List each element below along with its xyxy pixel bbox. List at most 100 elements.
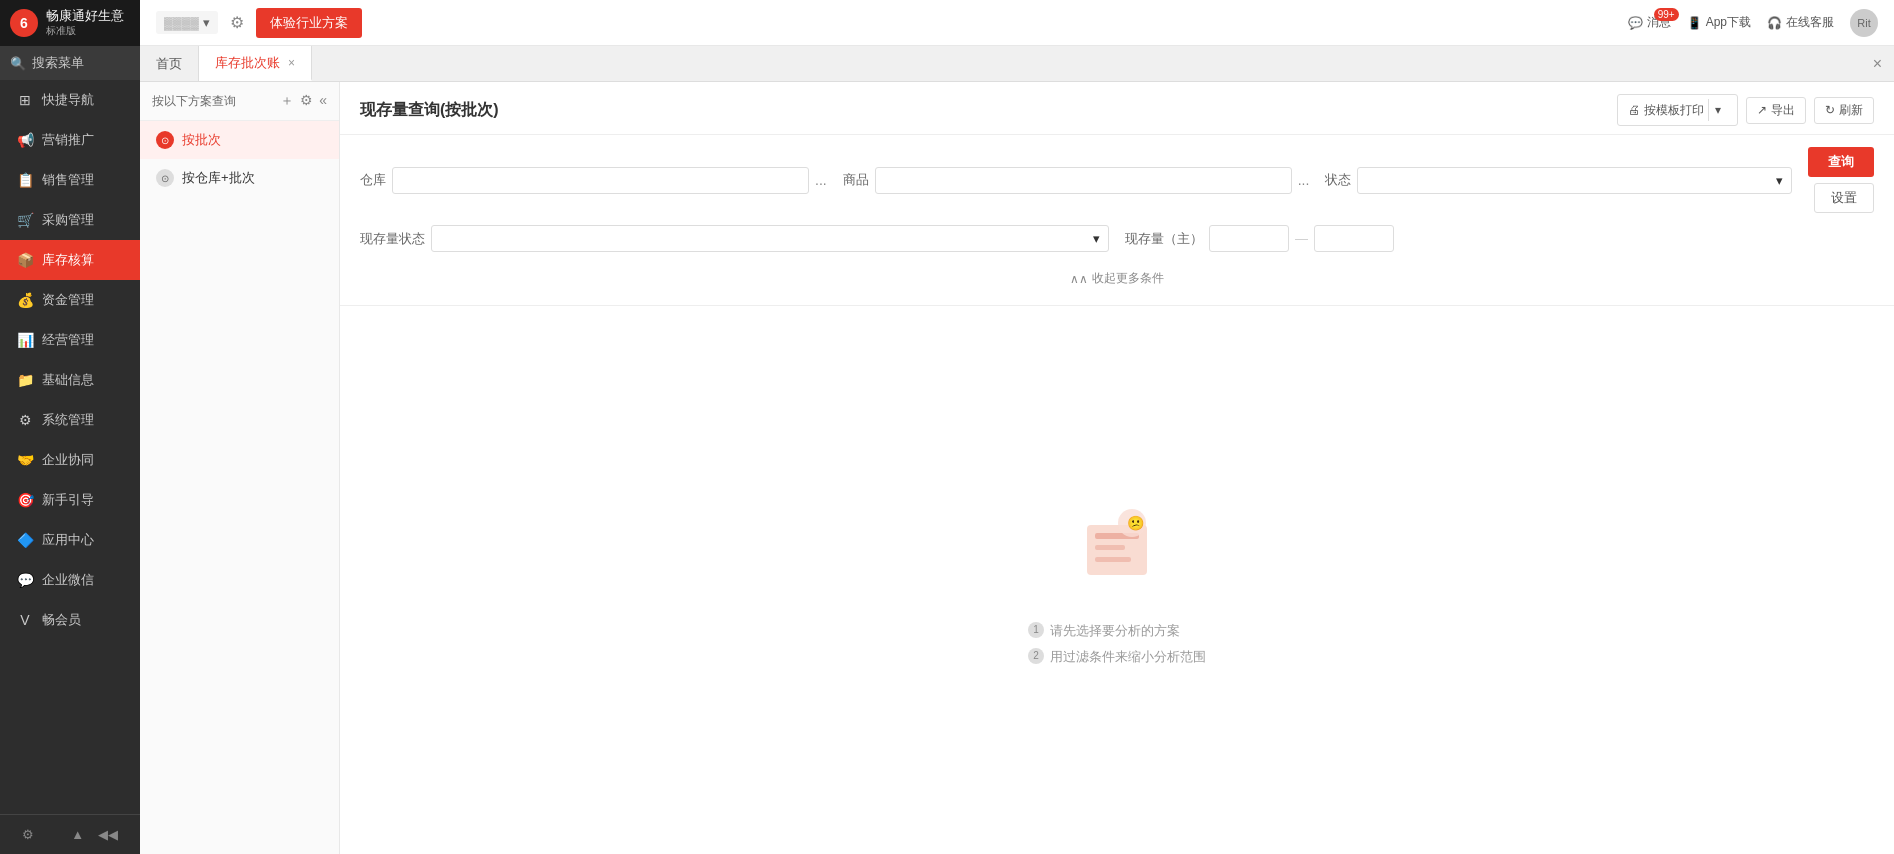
collapse-panel-btn[interactable]: « (319, 92, 327, 110)
page-actions: 🖨 按模板打印 ▾ ↗ 导出 ↻ 刷新 (1617, 94, 1874, 126)
sidebar-footer: ⚙ ▲ ◀◀ (0, 814, 140, 854)
inventory-status-label: 现存量状态 (360, 230, 425, 248)
quick-nav-icon: ⊞ (16, 91, 34, 109)
collapse-conditions-btn[interactable]: ∧∧ 收起更多条件 (1070, 270, 1164, 287)
trial-industry-btn[interactable]: 体验行业方案 (256, 8, 362, 38)
filter-row-1: 仓库 ... 商品 ... 状态 ▾ (360, 147, 1874, 213)
tab-inventory-batch[interactable]: 库存批次账 × (199, 46, 312, 81)
sidebar-item-purchase[interactable]: 🛒 采购管理 (0, 200, 140, 240)
tab-home[interactable]: 首页 (140, 46, 199, 81)
system-icon: ⚙ (16, 411, 34, 429)
app-logo: 6 (10, 9, 38, 37)
sidebar-collapse-btn[interactable]: ◀◀ (92, 825, 124, 844)
sidebar-item-member[interactable]: V 畅会员 (0, 600, 140, 640)
quantity-max-input[interactable] (1314, 225, 1394, 252)
sidebar-item-system[interactable]: ⚙ 系统管理 (0, 400, 140, 440)
svg-rect-3 (1095, 557, 1131, 562)
sidebar: 6 畅康通好生意 标准版 🔍 搜索菜单 ⊞ 快捷导航 📢 营销推广 📋 销售管理… (0, 0, 140, 854)
sidebar-item-wechat[interactable]: 💬 企业微信 (0, 560, 140, 600)
product-input[interactable] (875, 167, 1292, 194)
print-dropdown-btn[interactable]: ▾ (1708, 99, 1727, 121)
topbar-gear-btn[interactable]: ⚙ (230, 13, 244, 32)
sidebar-item-label: 库存核算 (42, 251, 94, 269)
tab-extra: × (1861, 51, 1894, 77)
app-download-btn[interactable]: 📱 App下载 (1687, 14, 1751, 31)
collapse-icon: ∧∧ (1070, 272, 1088, 286)
sidebar-item-apps[interactable]: 🔷 应用中心 (0, 520, 140, 560)
query-btn[interactable]: 查询 (1808, 147, 1874, 177)
main-area: ▓▓▓▓ ▾ ⚙ 体验行业方案 💬 消息 99+ 📱 App下载 🎧 在线客服 (140, 0, 1894, 854)
sales-icon: 📋 (16, 171, 34, 189)
online-service-btn[interactable]: 🎧 在线客服 (1767, 14, 1834, 31)
sidebar-item-inventory[interactable]: 📦 库存核算 (0, 240, 140, 280)
sidebar-item-sales[interactable]: 📋 销售管理 (0, 160, 140, 200)
scheme-icon-batch: ⊙ (156, 131, 174, 149)
breadcrumb-text: ▓▓▓▓ (164, 16, 199, 30)
operation-icon: 📊 (16, 331, 34, 349)
sidebar-settings-btn[interactable]: ⚙ (16, 825, 40, 844)
product-filter: 商品 ... (843, 167, 1310, 194)
inventory-status-filter: 现存量状态 ▾ (360, 225, 1109, 252)
sidebar-item-operation[interactable]: 📊 经营管理 (0, 320, 140, 360)
app-version: 标准版 (46, 24, 124, 38)
message-icon: 💬 (1628, 16, 1643, 30)
topbar: ▓▓▓▓ ▾ ⚙ 体验行业方案 💬 消息 99+ 📱 App下载 🎧 在线客服 (140, 0, 1894, 46)
search-menu[interactable]: 🔍 搜索菜单 (0, 46, 140, 80)
filter-area: 仓库 ... 商品 ... 状态 ▾ (340, 135, 1894, 306)
right-content: 现存量查询(按批次) 🖨 按模板打印 ▾ ↗ 导出 ↻ 刷新 (340, 82, 1894, 854)
export-label: 导出 (1771, 102, 1795, 119)
quantity-min-input[interactable] (1209, 225, 1289, 252)
sidebar-nav: ⊞ 快捷导航 📢 营销推广 📋 销售管理 🛒 采购管理 📦 库存核算 💰 资金管… (0, 80, 140, 814)
chevron-down-icon: ▾ (203, 15, 210, 30)
headset-icon: 🎧 (1767, 16, 1782, 30)
export-btn[interactable]: ↗ 导出 (1746, 97, 1806, 124)
sidebar-item-collab[interactable]: 🤝 企业协同 (0, 440, 140, 480)
filter-action-btns: 查询 设置 (1808, 147, 1874, 213)
collapse-label: 收起更多条件 (1092, 270, 1164, 287)
messages-btn[interactable]: 💬 消息 99+ (1628, 14, 1671, 31)
empty-svg: 😕 (1067, 495, 1167, 595)
inventory-icon: 📦 (16, 251, 34, 269)
tabbar: 首页 库存批次账 × × (140, 46, 1894, 82)
warehouse-more-btn[interactable]: ... (815, 172, 827, 188)
apps-icon: 🔷 (16, 531, 34, 549)
phone-icon: 📱 (1687, 16, 1702, 30)
scheme-item-batch[interactable]: ⊙ 按批次 (140, 121, 339, 159)
add-scheme-btn[interactable]: ＋ (280, 92, 294, 110)
sidebar-item-label: 资金管理 (42, 291, 94, 309)
page-title: 现存量查询(按批次) (360, 100, 499, 121)
empty-tip-2: 2 用过滤条件来缩小分析范围 (1028, 648, 1206, 666)
status-select[interactable]: ▾ (1357, 167, 1792, 194)
quantity-range: — (1209, 225, 1394, 252)
guide-icon: 🎯 (16, 491, 34, 509)
close-panel-btn[interactable]: × (1861, 51, 1894, 77)
product-more-btn[interactable]: ... (1298, 172, 1310, 188)
sidebar-item-basic[interactable]: 📁 基础信息 (0, 360, 140, 400)
sidebar-item-finance[interactable]: 💰 资金管理 (0, 280, 140, 320)
warehouse-input[interactable] (392, 167, 809, 194)
settings-btn[interactable]: 设置 (1814, 183, 1874, 213)
sidebar-item-quick-nav[interactable]: ⊞ 快捷导航 (0, 80, 140, 120)
refresh-btn[interactable]: ↻ 刷新 (1814, 97, 1874, 124)
left-panel-title: 按以下方案查询 (152, 93, 236, 110)
tab-close-btn[interactable]: × (288, 56, 295, 70)
empty-state: 😕 1 请先选择要分析的方案 2 用过滤条件来缩小分析范围 (340, 306, 1894, 854)
sidebar-item-label: 营销推广 (42, 131, 94, 149)
print-btn[interactable]: 🖨 按模板打印 ▾ (1617, 94, 1738, 126)
basic-icon: 📁 (16, 371, 34, 389)
scheme-item-warehouse-batch[interactable]: ⊙ 按仓库+批次 (140, 159, 339, 197)
home-tab-label: 首页 (156, 55, 182, 73)
sidebar-item-marketing[interactable]: 📢 营销推广 (0, 120, 140, 160)
sidebar-item-guide[interactable]: 🎯 新手引导 (0, 480, 140, 520)
refresh-icon: ↻ (1825, 103, 1835, 117)
breadcrumb-selector[interactable]: ▓▓▓▓ ▾ (156, 11, 218, 34)
scheme-settings-btn[interactable]: ⚙ (300, 92, 313, 110)
content-area: 按以下方案查询 ＋ ⚙ « ⊙ 按批次 ⊙ 按仓库+批次 现存量查询(按批次) (140, 82, 1894, 854)
sidebar-item-label: 采购管理 (42, 211, 94, 229)
sidebar-scroll-up[interactable]: ▲ (65, 825, 90, 844)
inventory-status-select[interactable]: ▾ (431, 225, 1109, 252)
tip-2-text: 用过滤条件来缩小分析范围 (1050, 648, 1206, 666)
user-menu-btn[interactable]: Rit (1850, 9, 1878, 37)
sidebar-item-label: 企业协同 (42, 451, 94, 469)
search-label: 搜索菜单 (32, 54, 84, 72)
